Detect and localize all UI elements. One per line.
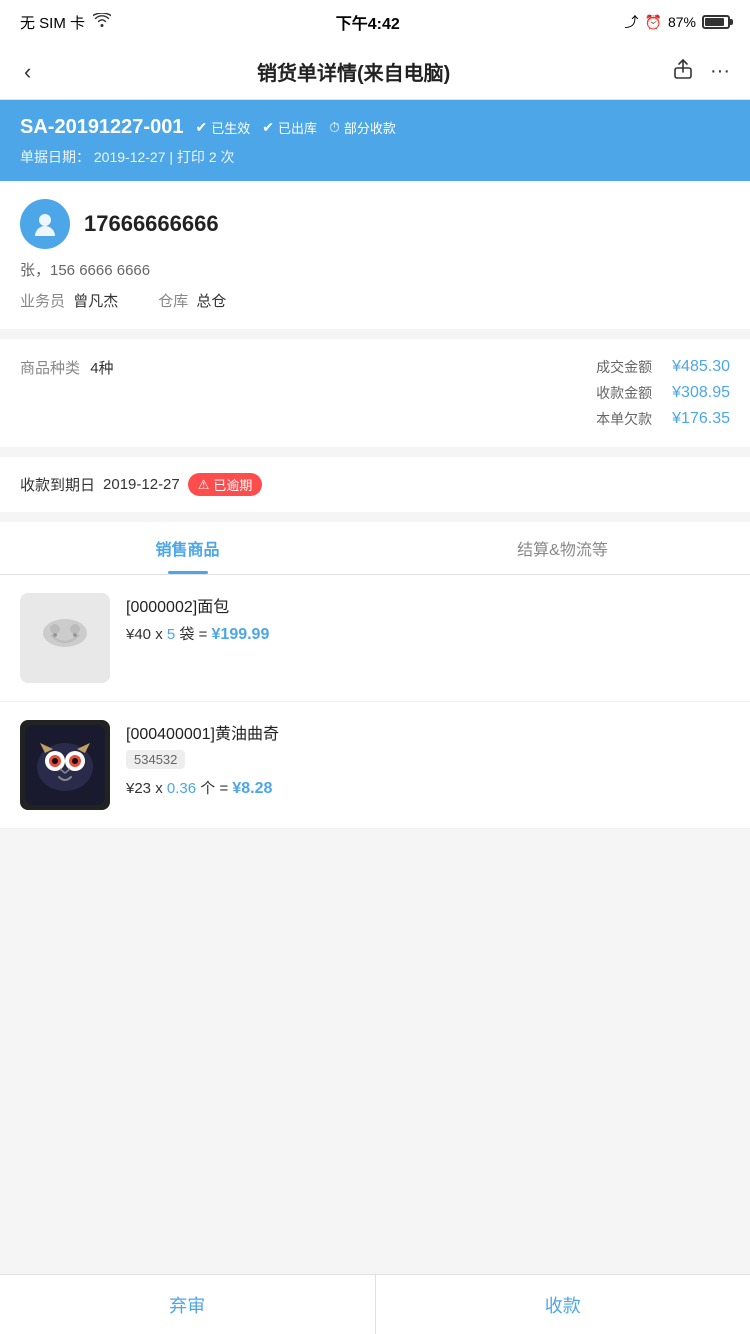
badge-effective: ✔ 已生效 — [195, 118, 250, 137]
deal-amount-label: 成交金额 — [596, 357, 652, 377]
wifi-icon — [93, 13, 111, 31]
nav-bar: ‹ 销货单详情(来自电脑) ··· — [0, 44, 750, 100]
badge-shipped: ✔ 已出库 — [262, 118, 317, 137]
location-icon: ⤴ — [625, 12, 639, 32]
product-name-2: [000400001]黄油曲奇 — [126, 720, 730, 744]
product-price-1: ¥40 x 5 袋 = ¥199.99 — [126, 623, 730, 644]
status-left: 无 SIM 卡 — [20, 12, 111, 33]
product-list: [0000002]面包 ¥40 x 5 袋 = ¥199.99 — [0, 575, 750, 829]
warehouse-value: 总仓 — [196, 293, 226, 310]
stats-left: 商品种类 4种 — [20, 357, 114, 378]
clock-icon: ⏱ — [329, 119, 340, 136]
due-date-value: 2019-12-27 — [103, 476, 180, 493]
tab-settlement[interactable]: 结算&物流等 — [375, 522, 750, 574]
customer-top: 17666666666 — [20, 199, 730, 249]
product-qty-1: 5 — [167, 626, 175, 643]
check-icon-2: ✔ — [262, 119, 274, 136]
deal-amount-row: 成交金额 ¥485.30 — [596, 357, 730, 377]
customer-section: 17666666666 张，156 6666 6666 业务员 曾凡杰 仓库 总… — [0, 181, 750, 329]
owed-label: 本单欠款 — [596, 409, 652, 429]
owed-row: 本单欠款 ¥176.35 — [596, 409, 730, 429]
order-header: SA-20191227-001 ✔ 已生效 ✔ 已出库 ⏱ 部分收款 单据日期：… — [0, 100, 750, 181]
avatar — [20, 199, 70, 249]
due-date-label: 收款到期日 — [20, 474, 95, 495]
collect-button[interactable]: 收款 — [376, 1275, 750, 1334]
check-icon-1: ✔ — [195, 119, 207, 136]
status-time: 下午4:42 — [336, 10, 400, 34]
product-sku-2: 534532 — [126, 750, 185, 769]
product-info-1: [0000002]面包 ¥40 x 5 袋 = ¥199.99 — [126, 593, 730, 644]
product-qty-2: 0.36 — [167, 780, 196, 797]
sales-rep-label: 业务员 — [20, 293, 65, 310]
bottom-bar: 弃审 收款 — [0, 1274, 750, 1334]
tabs: 销售商品 结算&物流等 — [0, 522, 750, 575]
share-icon[interactable] — [672, 58, 694, 86]
order-meta: 单据日期： 2019-12-27 | 打印 2 次 — [20, 147, 730, 167]
warning-icon: ⚠ — [198, 477, 210, 493]
product-price-2: ¥23 x 0.36 个 = ¥8.28 — [126, 777, 730, 798]
product-info-2: [000400001]黄油曲奇 534532 ¥23 x 0.36 个 = ¥8… — [126, 720, 730, 798]
more-icon[interactable]: ··· — [710, 60, 730, 83]
battery-label: 87% — [668, 14, 696, 30]
product-name-1: [0000002]面包 — [126, 593, 730, 617]
product-types-value: 4种 — [90, 360, 113, 377]
order-id-row: SA-20191227-001 ✔ 已生效 ✔ 已出库 ⏱ 部分收款 — [20, 116, 730, 139]
order-id: SA-20191227-001 — [20, 116, 183, 139]
due-section: 收款到期日 2019-12-27 ⚠ 已逾期 — [0, 457, 750, 512]
product-item: [000400001]黄油曲奇 534532 ¥23 x 0.36 个 = ¥8… — [0, 702, 750, 829]
status-right: ⤴ ⏰ 87% — [625, 12, 730, 32]
deal-amount-value: ¥485.30 — [672, 358, 730, 376]
product-image-placeholder-1 — [20, 593, 110, 683]
overdue-badge: ⚠ 已逾期 — [188, 473, 263, 496]
owed-value: ¥176.35 — [672, 410, 730, 428]
payment-row: 收款金额 ¥308.95 — [596, 383, 730, 403]
status-bar: 无 SIM 卡 下午4:42 ⤴ ⏰ 87% — [0, 0, 750, 44]
warehouse-item: 仓库 总仓 — [158, 290, 226, 311]
sales-rep-value: 曾凡杰 — [73, 293, 118, 310]
stats-right: 成交金额 ¥485.30 收款金额 ¥308.95 本单欠款 ¥176.35 — [596, 357, 730, 429]
customer-name-phone: 张，156 6666 6666 — [20, 259, 730, 280]
product-total-1: ¥199.99 — [212, 626, 270, 643]
badge-partial-paid: ⏱ 部分收款 — [329, 118, 396, 137]
product-thumb-1 — [20, 593, 110, 683]
customer-details: 业务员 曾凡杰 仓库 总仓 — [20, 290, 730, 311]
sales-rep-item: 业务员 曾凡杰 — [20, 290, 118, 311]
customer-phone: 17666666666 — [84, 211, 219, 237]
product-types-label: 商品种类 — [20, 360, 80, 377]
warehouse-label: 仓库 — [158, 293, 188, 310]
product-item: [0000002]面包 ¥40 x 5 袋 = ¥199.99 — [0, 575, 750, 702]
carrier-label: 无 SIM 卡 — [20, 12, 85, 33]
alarm-icon: ⏰ — [645, 14, 662, 31]
battery-icon — [702, 15, 730, 29]
tab-sales-products[interactable]: 销售商品 — [0, 522, 375, 574]
page-title: 销货单详情(来自电脑) — [257, 57, 450, 86]
reject-button[interactable]: 弃审 — [0, 1275, 376, 1334]
back-button[interactable]: ‹ — [20, 55, 35, 89]
payment-value: ¥308.95 — [672, 384, 730, 402]
stats-section: 商品种类 4种 成交金额 ¥485.30 收款金额 ¥308.95 本单欠款 ¥… — [0, 339, 750, 447]
product-total-2: ¥8.28 — [232, 780, 272, 797]
payment-label: 收款金额 — [596, 383, 652, 403]
product-thumb-2 — [20, 720, 110, 810]
nav-actions: ··· — [672, 58, 730, 86]
